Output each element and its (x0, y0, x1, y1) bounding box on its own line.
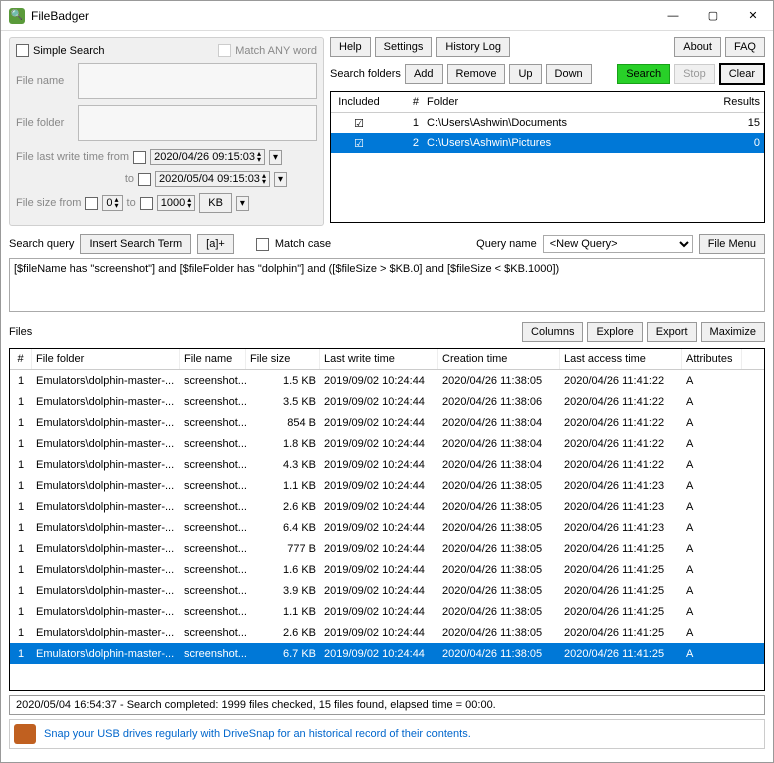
folder-row[interactable]: ☑2C:\Users\Ashwin\Pictures0 (331, 133, 764, 153)
about-button[interactable]: About (674, 37, 721, 57)
match-any-label: Match ANY word (235, 45, 317, 57)
date-to-dropdown[interactable]: ▾ (274, 172, 287, 187)
search-folders-label: Search folders (330, 68, 401, 80)
simple-search-label: Simple Search (33, 45, 105, 57)
match-any-checkbox (218, 44, 231, 57)
fcol-size[interactable]: File size (246, 349, 320, 369)
up-button[interactable]: Up (509, 64, 541, 84)
table-row[interactable]: 1Emulators\dolphin-master-...screenshot.… (10, 454, 764, 475)
search-query-label: Search query (9, 238, 74, 250)
file-size-from-label: File size from (16, 197, 81, 209)
fcol-n[interactable]: # (10, 349, 32, 369)
date-to-input[interactable]: 2020/05/04 09:15:03▴▾ (155, 171, 270, 187)
col-folder[interactable]: Folder (423, 94, 704, 110)
stop-button: Stop (674, 64, 715, 84)
simple-search-checkbox[interactable] (16, 44, 29, 57)
folder-table: Included # Folder Results ☑1C:\Users\Ash… (330, 91, 765, 223)
regex-button[interactable]: [a]+ (197, 234, 234, 254)
search-query-input[interactable]: [$fileName has "screenshot"] and [$fileF… (9, 258, 765, 312)
to-label: to (16, 173, 134, 185)
size-max-input[interactable]: 1000▴▾ (157, 195, 196, 211)
remove-folder-button[interactable]: Remove (447, 64, 506, 84)
size-unit-dropdown[interactable]: ▾ (236, 196, 249, 211)
columns-button[interactable]: Columns (522, 322, 583, 342)
table-row[interactable]: 1Emulators\dolphin-master-...screenshot.… (10, 559, 764, 580)
maximize-button[interactable]: ▢ (693, 2, 733, 30)
table-row[interactable]: 1Emulators\dolphin-master-...screenshot.… (10, 475, 764, 496)
size-from-checkbox[interactable] (85, 197, 98, 210)
col-num[interactable]: # (387, 94, 423, 110)
table-row[interactable]: 1Emulators\dolphin-master-...screenshot.… (10, 412, 764, 433)
folder-row[interactable]: ☑1C:\Users\Ashwin\Documents15 (331, 113, 764, 133)
table-row[interactable]: 1Emulators\dolphin-master-...screenshot.… (10, 580, 764, 601)
history-log-button[interactable]: History Log (436, 37, 510, 57)
table-row[interactable]: 1Emulators\dolphin-master-...screenshot.… (10, 391, 764, 412)
file-name-input[interactable] (78, 63, 317, 99)
settings-button[interactable]: Settings (375, 37, 433, 57)
table-row[interactable]: 1Emulators\dolphin-master-...screenshot.… (10, 622, 764, 643)
file-folder-label: File folder (16, 117, 74, 129)
minimize-button[interactable]: — (653, 2, 693, 30)
export-button[interactable]: Export (647, 322, 697, 342)
app-icon: 🔍 (9, 8, 25, 24)
simple-search-panel: Simple Search Match ANY word File name F… (9, 37, 324, 226)
table-row[interactable]: 1Emulators\dolphin-master-...screenshot.… (10, 433, 764, 454)
table-row[interactable]: 1Emulators\dolphin-master-...screenshot.… (10, 370, 764, 391)
clear-button[interactable]: Clear (719, 63, 765, 85)
fcol-lastaccess[interactable]: Last access time (560, 349, 682, 369)
table-row[interactable]: 1Emulators\dolphin-master-...screenshot.… (10, 538, 764, 559)
date-from-dropdown[interactable]: ▾ (269, 150, 282, 165)
fcol-attr[interactable]: Attributes (682, 349, 742, 369)
last-write-from-label: File last write time from (16, 151, 129, 163)
col-included[interactable]: Included (331, 94, 387, 110)
add-folder-button[interactable]: Add (405, 64, 443, 84)
files-body[interactable]: 1Emulators\dolphin-master-...screenshot.… (10, 370, 764, 690)
fcol-creation[interactable]: Creation time (438, 349, 560, 369)
date-from-checkbox[interactable] (133, 151, 146, 164)
table-row[interactable]: 1Emulators\dolphin-master-...screenshot.… (10, 643, 764, 664)
footer-link[interactable]: Snap your USB drives regularly with Driv… (44, 728, 471, 740)
down-button[interactable]: Down (546, 64, 592, 84)
date-from-input[interactable]: 2020/04/26 09:15:03▴▾ (150, 149, 265, 165)
status-bar: 2020/05/04 16:54:37 - Search completed: … (9, 695, 765, 715)
faq-button[interactable]: FAQ (725, 37, 765, 57)
col-results[interactable]: Results (704, 94, 764, 110)
table-row[interactable]: 1Emulators\dolphin-master-...screenshot.… (10, 496, 764, 517)
fcol-name[interactable]: File name (180, 349, 246, 369)
match-case-label: Match case (275, 238, 331, 250)
maximize-files-button[interactable]: Maximize (701, 322, 765, 342)
fcol-folder[interactable]: File folder (32, 349, 180, 369)
date-to-checkbox[interactable] (138, 173, 151, 186)
files-label: Files (9, 326, 32, 338)
file-menu-button[interactable]: File Menu (699, 234, 765, 254)
size-to-checkbox[interactable] (140, 197, 153, 210)
close-button[interactable]: ✕ (733, 2, 773, 30)
size-min-input[interactable]: 0▴▾ (102, 195, 122, 211)
match-case-checkbox[interactable] (256, 238, 269, 251)
help-button[interactable]: Help (330, 37, 371, 57)
query-name-label: Query name (476, 238, 537, 250)
insert-search-term-button[interactable]: Insert Search Term (80, 234, 191, 254)
size-unit-select[interactable]: KB (199, 193, 232, 213)
query-name-select[interactable]: <New Query> (543, 235, 693, 253)
app-title: FileBadger (31, 9, 653, 23)
camera-icon (14, 724, 36, 744)
file-name-label: File name (16, 75, 74, 87)
table-row[interactable]: 1Emulators\dolphin-master-...screenshot.… (10, 517, 764, 538)
files-table: # File folder File name File size Last w… (9, 348, 765, 691)
search-button[interactable]: Search (617, 64, 670, 84)
explore-button[interactable]: Explore (587, 322, 642, 342)
fcol-lastwrite[interactable]: Last write time (320, 349, 438, 369)
file-folder-input[interactable] (78, 105, 317, 141)
table-row[interactable]: 1Emulators\dolphin-master-...screenshot.… (10, 601, 764, 622)
